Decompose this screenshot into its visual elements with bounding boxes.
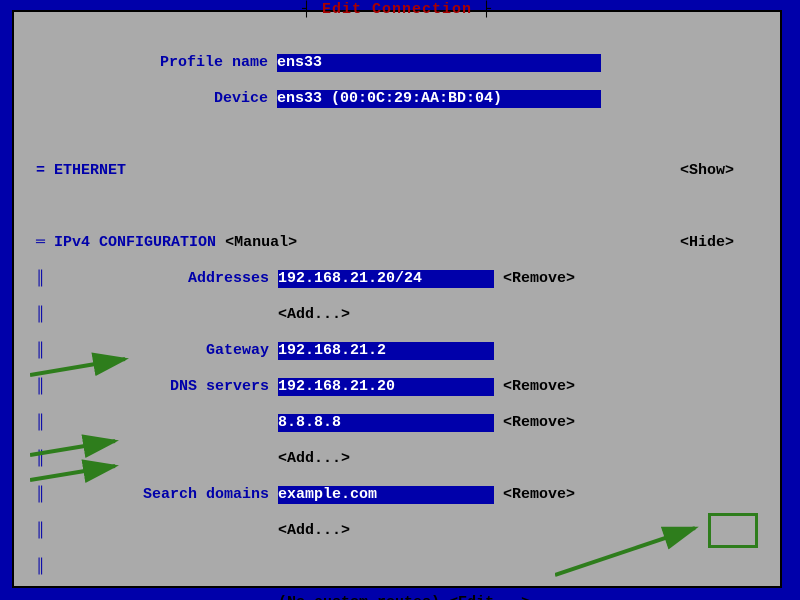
address-input[interactable]: 192.168.21.20/24 xyxy=(278,270,494,288)
dns1-remove[interactable]: <Remove> xyxy=(503,378,575,395)
dns-add[interactable]: <Add...> xyxy=(278,450,350,467)
address-remove[interactable]: <Remove> xyxy=(503,270,575,287)
search-remove[interactable]: <Remove> xyxy=(503,486,575,503)
search-add[interactable]: <Add...> xyxy=(278,522,350,539)
dns-label: DNS servers xyxy=(45,378,269,396)
gateway-label: Gateway xyxy=(45,342,269,360)
routing-edit[interactable]: <Edit...> xyxy=(449,594,530,600)
dns2-input[interactable]: 8.8.8.8 xyxy=(278,414,494,432)
dns2-remove[interactable]: <Remove> xyxy=(503,414,575,431)
search-input[interactable]: example.com xyxy=(278,486,494,504)
dialog-title: ┤ Edit Connection ├ xyxy=(14,1,780,18)
ipv4-hide[interactable]: <Hide> xyxy=(680,234,734,252)
profile-name-label: Profile name xyxy=(36,54,268,72)
device-input[interactable]: ens33 (00:0C:29:AA:BD:04) xyxy=(277,90,601,108)
gateway-input[interactable]: 192.168.21.2 xyxy=(278,342,494,360)
ipv4-section: ═ IPv4 CONFIGURATION xyxy=(36,234,216,251)
ethernet-show[interactable]: <Show> xyxy=(680,162,734,180)
profile-name-input[interactable]: ens33 xyxy=(277,54,601,72)
form-content: Profile name ens33 Device ens33 (00:0C:2… xyxy=(14,12,780,600)
edit-connection-panel: ┤ Edit Connection ├ Profile name ens33 D… xyxy=(12,10,782,588)
routing-value: (No custom routes) xyxy=(278,594,440,600)
dns1-input[interactable]: 192.168.21.20 xyxy=(278,378,494,396)
device-label: Device xyxy=(36,90,268,108)
ipv4-mode[interactable]: <Manual> xyxy=(225,234,297,251)
addresses-label: Addresses xyxy=(45,270,269,288)
search-label: Search domains xyxy=(45,486,269,504)
ethernet-section: = ETHERNET xyxy=(36,162,126,179)
routing-label: Routing xyxy=(45,594,269,600)
address-add[interactable]: <Add...> xyxy=(278,306,350,323)
